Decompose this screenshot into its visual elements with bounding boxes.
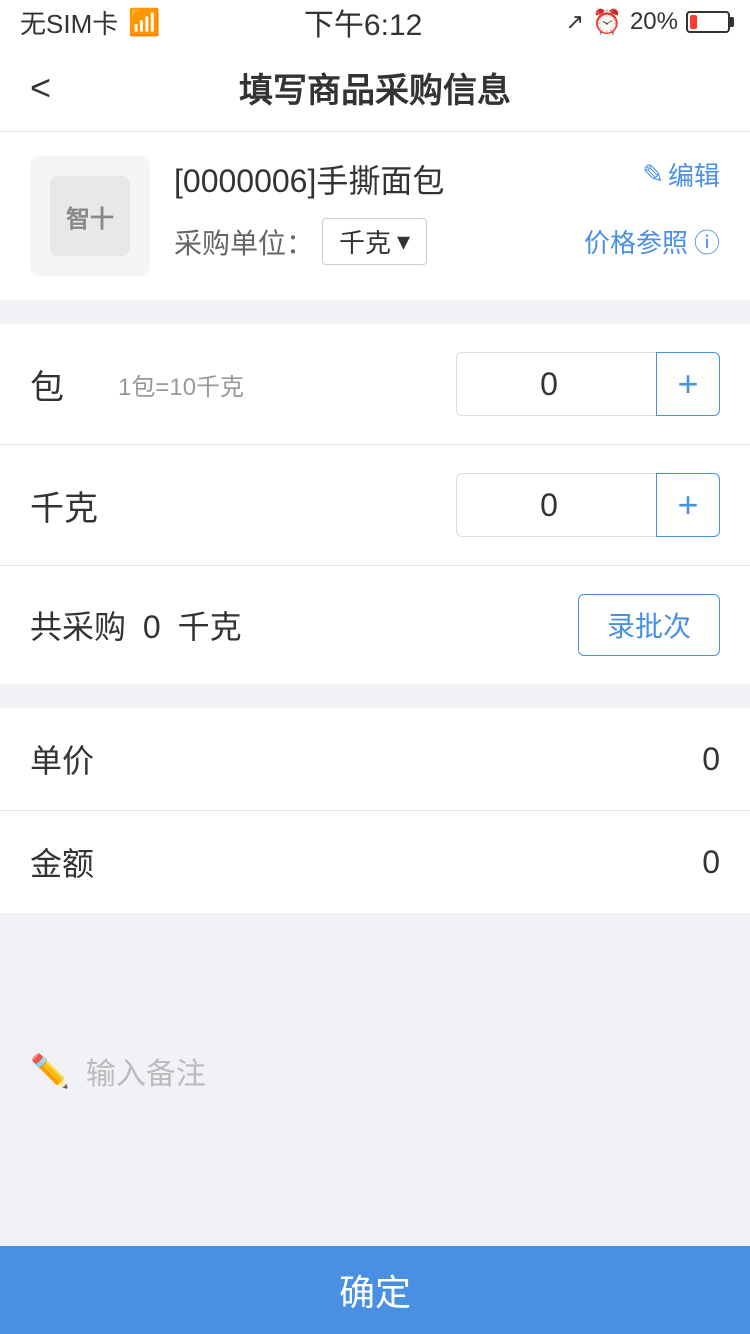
unit-value: 千克 — [339, 223, 391, 260]
price-ref-label: 价格参照 — [584, 223, 688, 260]
unit-price-value: 0 — [702, 741, 720, 778]
quantity-row-1: 千克 + — [0, 445, 750, 566]
location-icon: ↗ — [566, 9, 584, 35]
battery-icon — [686, 11, 730, 33]
quantity-input-0[interactable] — [456, 352, 656, 416]
amount-value: 0 — [702, 844, 720, 881]
notes-section[interactable]: ✏️ 输入备注 — [0, 921, 750, 1221]
unit-label: 采购单位： 千克 ▾ — [174, 218, 427, 265]
nav-bar: < 填写商品采购信息 — [0, 44, 750, 132]
confirm-bar[interactable]: 确定 — [0, 1246, 750, 1334]
quantity-row-0: 包 1包=10千克 + — [0, 324, 750, 445]
notes-placeholder: 输入备注 — [86, 1049, 206, 1093]
status-time: 下午6:12 — [304, 0, 422, 44]
summary-text: 共采购 0 千克 — [30, 602, 242, 648]
product-logo: 智十 — [50, 176, 130, 256]
quantity-input-area-1: + — [456, 473, 720, 537]
alarm-icon: ⏰ — [592, 8, 622, 37]
price-section: 单价 0 金额 0 — [0, 708, 750, 921]
confirm-label: 确定 — [339, 1264, 411, 1316]
status-left: 无SIM卡 📶 — [20, 4, 161, 41]
edit-button[interactable]: ✎ 编辑 — [642, 156, 720, 193]
separator-2 — [0, 692, 750, 708]
separator-1 — [0, 308, 750, 324]
product-info: [0000006]手撕面包 ✎ 编辑 采购单位： 千克 ▾ 价格参照 ⓘ — [174, 156, 720, 265]
quantity-input-1[interactable] — [456, 473, 656, 537]
product-name: [0000006]手撕面包 — [174, 156, 444, 202]
carrier-label: 无SIM卡 — [20, 4, 118, 41]
price-row-0: 单价 0 — [0, 708, 750, 811]
chevron-down-icon: ▾ — [397, 226, 410, 257]
product-header: [0000006]手撕面包 ✎ 编辑 — [174, 156, 720, 202]
edit-label: 编辑 — [668, 156, 720, 193]
status-bar: 无SIM卡 📶 下午6:12 ↗ ⏰ 20% — [0, 0, 750, 44]
plus-button-0[interactable]: + — [656, 352, 720, 416]
unit-price-label: 单价 — [30, 736, 94, 782]
quantity-label-0: 包 — [30, 360, 110, 409]
summary-amount: 0 — [143, 609, 161, 645]
product-image: 智十 — [30, 156, 150, 276]
product-card: 智十 [0000006]手撕面包 ✎ 编辑 采购单位： 千克 ▾ 价格参照 ⓘ — [0, 132, 750, 308]
quantity-input-area-0: + — [456, 352, 720, 416]
price-ref-button[interactable]: 价格参照 ⓘ — [584, 223, 720, 260]
page-title: 填写商品采购信息 — [239, 63, 511, 112]
help-icon: ⓘ — [694, 223, 720, 260]
price-row-1: 金额 0 — [0, 811, 750, 913]
batch-button[interactable]: 录批次 — [578, 594, 720, 656]
status-right: ↗ ⏰ 20% — [566, 8, 730, 37]
pencil-icon: ✏️ — [30, 1052, 70, 1090]
wifi-icon: 📶 — [128, 7, 160, 38]
back-button[interactable]: < — [20, 57, 61, 119]
amount-label: 金额 — [30, 839, 94, 885]
quantity-label-1: 千克 — [30, 481, 110, 530]
summary-row: 共采购 0 千克 录批次 — [0, 566, 750, 692]
product-unit-row: 采购单位： 千克 ▾ 价格参照 ⓘ — [174, 218, 720, 265]
plus-button-1[interactable]: + — [656, 473, 720, 537]
quantity-section: 包 1包=10千克 + 千克 + — [0, 324, 750, 566]
battery-percent: 20% — [630, 8, 678, 36]
edit-icon: ✎ — [642, 159, 664, 190]
unit-select[interactable]: 千克 ▾ — [322, 218, 427, 265]
quantity-sublabel-0: 1包=10千克 — [118, 367, 456, 402]
